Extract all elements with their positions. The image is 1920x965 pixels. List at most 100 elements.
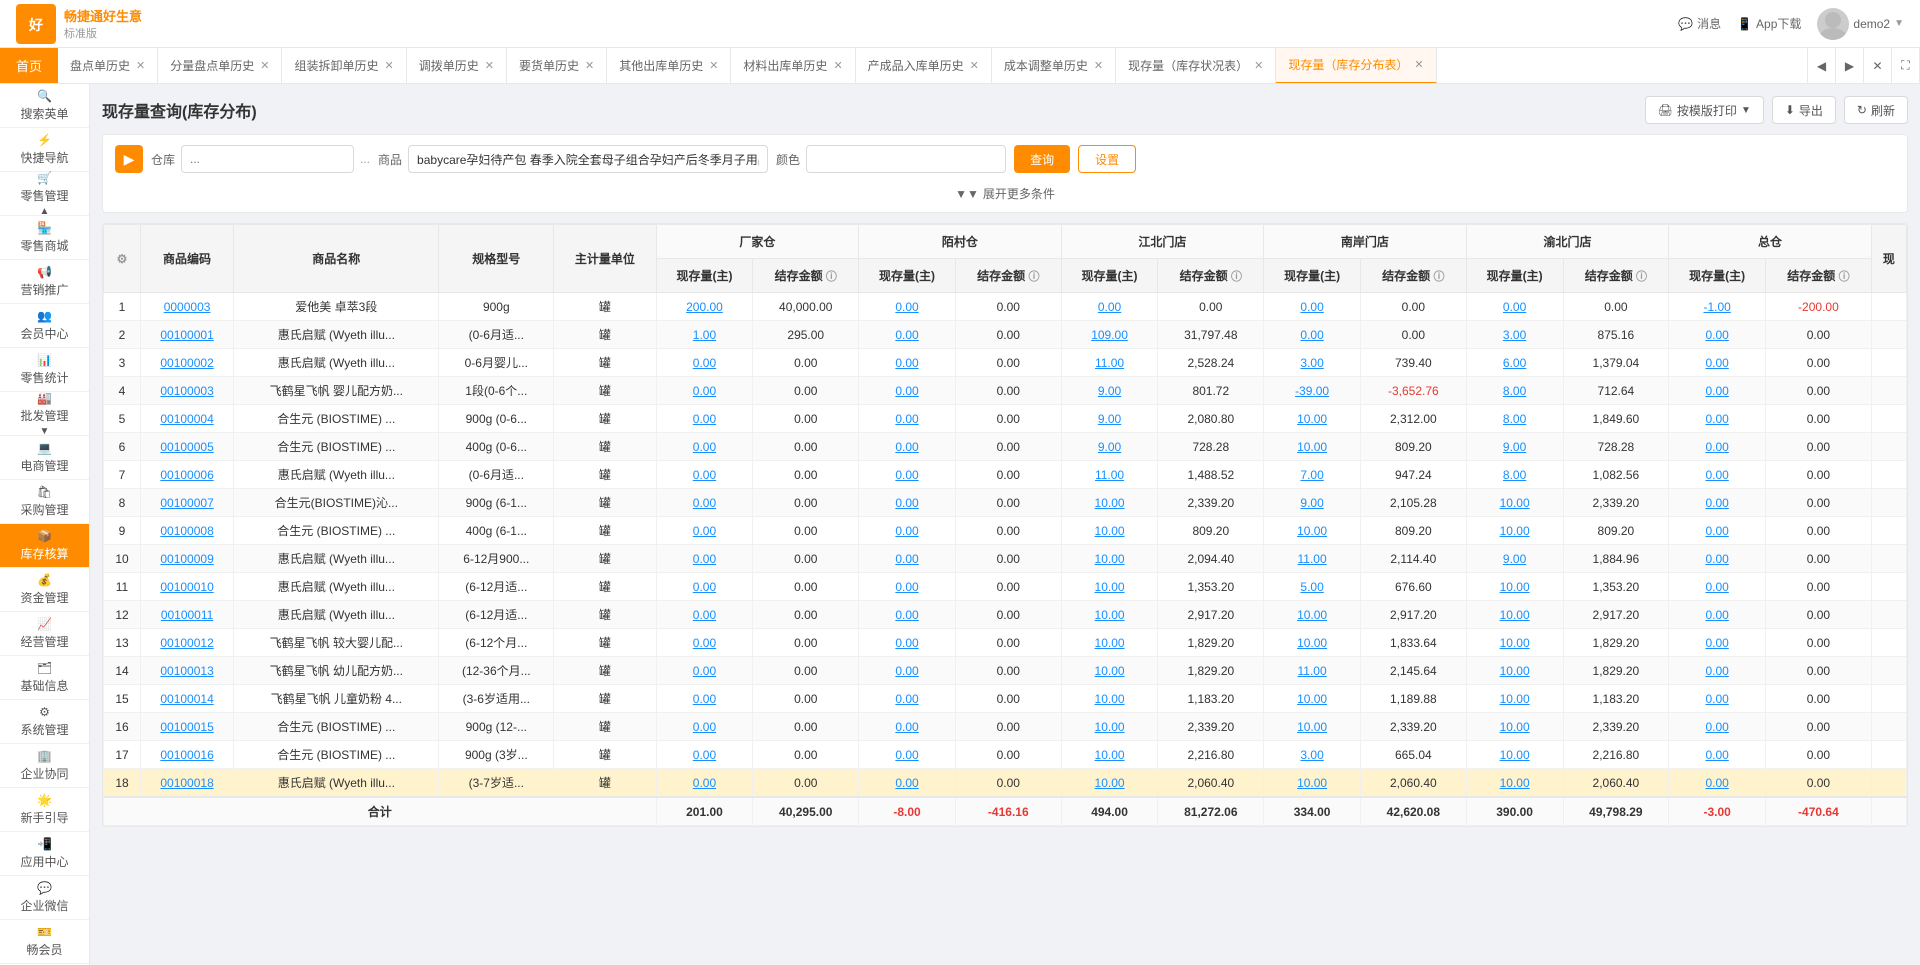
table-cell-qty[interactable]: 10.00	[1061, 713, 1158, 741]
tab-close-icon[interactable]: ✕	[385, 59, 394, 72]
table-cell-qty[interactable]: -39.00	[1264, 377, 1361, 405]
table-cell-qty[interactable]: 0.00	[1669, 349, 1766, 377]
table-cell-qty[interactable]: 0.00	[859, 685, 956, 713]
table-cell-qty[interactable]: 0.00	[656, 405, 753, 433]
table-cell-qty[interactable]: 11.00	[1264, 545, 1361, 573]
table-cell-qty[interactable]: 7.00	[1264, 461, 1361, 489]
table-cell-qty[interactable]: 11.00	[1061, 461, 1158, 489]
table-cell-qty[interactable]: 0.00	[859, 601, 956, 629]
tab-close-icon[interactable]: ✕	[1414, 58, 1423, 71]
table-cell-qty[interactable]: 10.00	[1466, 769, 1563, 798]
table-cell-qty[interactable]: 10.00	[1264, 685, 1361, 713]
table-cell-qty[interactable]: 10.00	[1264, 713, 1361, 741]
table-cell-qty[interactable]: 0.00	[859, 321, 956, 349]
table-cell-qty[interactable]: 0.00	[859, 629, 956, 657]
table-cell-qty[interactable]: 10.00	[1466, 685, 1563, 713]
table-cell-qty[interactable]: 10.00	[1264, 517, 1361, 545]
app-download-btn[interactable]: 📱 App下载	[1737, 15, 1801, 32]
table-cell-qty[interactable]: 0.00	[656, 769, 753, 798]
tab-close-icon[interactable]: ✕	[260, 59, 269, 72]
tab-fullscreen-btn[interactable]: ⛶	[1892, 48, 1920, 84]
tab-close-icon[interactable]: ✕	[970, 59, 979, 72]
table-cell-qty[interactable]: 0.00	[1669, 377, 1766, 405]
table-cell-qty[interactable]: 0.00	[859, 573, 956, 601]
table-cell-qty[interactable]: 10.00	[1061, 489, 1158, 517]
table-cell-qty[interactable]: 10.00	[1264, 433, 1361, 461]
table-cell-qty[interactable]: 0.00	[1669, 741, 1766, 769]
table-cell-qty[interactable]: 0.00	[859, 517, 956, 545]
export-btn[interactable]: ⬇ 导出	[1772, 96, 1836, 124]
sidebar-item-members[interactable]: 🎫 畅会员	[0, 920, 89, 964]
table-cell-qty[interactable]: 0.00	[656, 545, 753, 573]
table-cell-qty[interactable]: 0.00	[1669, 517, 1766, 545]
table-cell-qty[interactable]: 0.00	[1669, 321, 1766, 349]
info-icon[interactable]: ⓘ	[1434, 271, 1445, 283]
table-cell-qty[interactable]: 10.00	[1466, 601, 1563, 629]
table-cell-qty[interactable]: 0.00	[656, 741, 753, 769]
tab-branch-count[interactable]: 分量盘点单历史 ✕	[158, 48, 282, 84]
sidebar-item-quicknav[interactable]: ⚡ 快捷导航	[0, 128, 89, 172]
sidebar-item-corpwechat[interactable]: 💬 企业微信	[0, 876, 89, 920]
table-cell-qty[interactable]: 0.00	[656, 629, 753, 657]
table-cell-code[interactable]: 00100007	[140, 489, 233, 517]
table-cell-qty[interactable]: 9.00	[1264, 489, 1361, 517]
table-cell-qty[interactable]: 0.00	[1669, 545, 1766, 573]
tab-next-btn[interactable]: ▶	[1836, 48, 1864, 84]
table-cell-code[interactable]: 00100006	[140, 461, 233, 489]
user-area[interactable]: demo2 ▼	[1817, 8, 1904, 40]
tab-bundle[interactable]: 组装拆卸单历史 ✕	[282, 48, 406, 84]
sidebar-item-retail-stat[interactable]: 📊 零售统计	[0, 348, 89, 392]
table-cell-qty[interactable]: 0.00	[1264, 321, 1361, 349]
table-cell-qty[interactable]: 6.00	[1466, 349, 1563, 377]
table-cell-qty[interactable]: 0.00	[1669, 601, 1766, 629]
table-cell-qty[interactable]: 9.00	[1466, 545, 1563, 573]
table-cell-code[interactable]: 00100012	[140, 629, 233, 657]
table-cell-code[interactable]: 00100016	[140, 741, 233, 769]
table-cell-qty[interactable]: 0.00	[1466, 293, 1563, 321]
table-cell-qty[interactable]: 10.00	[1061, 685, 1158, 713]
table-cell-qty[interactable]: 0.00	[1669, 657, 1766, 685]
col-gear[interactable]: ⚙	[104, 225, 141, 293]
tab-material-out[interactable]: 材料出库单历史 ✕	[731, 48, 855, 84]
tab-close-icon[interactable]: ✕	[1094, 59, 1103, 72]
tab-close-icon[interactable]: ✕	[709, 59, 718, 72]
table-cell-qty[interactable]: 9.00	[1061, 405, 1158, 433]
sidebar-item-purchase[interactable]: 🛍 采购管理	[0, 480, 89, 524]
table-cell-qty[interactable]: 0.00	[656, 685, 753, 713]
table-cell-qty[interactable]: 11.00	[1061, 349, 1158, 377]
table-cell-qty[interactable]: 0.00	[1669, 573, 1766, 601]
sidebar-item-system[interactable]: ⚙ 系统管理	[0, 700, 89, 744]
table-cell-code[interactable]: 00100018	[140, 769, 233, 798]
table-cell-qty[interactable]: 0.00	[859, 293, 956, 321]
table-cell-qty[interactable]: 9.00	[1061, 433, 1158, 461]
setting-btn[interactable]: 设置	[1078, 145, 1136, 173]
table-cell-code[interactable]: 00100010	[140, 573, 233, 601]
sidebar-item-finance[interactable]: 💰 资金管理	[0, 568, 89, 612]
info-icon[interactable]: ⓘ	[1231, 271, 1242, 283]
sidebar-item-newguide[interactable]: 🌟 新手引导	[0, 788, 89, 832]
table-cell-qty[interactable]: 200.00	[656, 293, 753, 321]
table-cell-qty[interactable]: 9.00	[1466, 433, 1563, 461]
tab-other-out[interactable]: 其他出库单历史 ✕	[607, 48, 731, 84]
table-cell-qty[interactable]: 10.00	[1466, 629, 1563, 657]
table-cell-qty[interactable]: 3.00	[1466, 321, 1563, 349]
table-cell-qty[interactable]: 0.00	[859, 433, 956, 461]
tab-home[interactable]: 首页	[0, 48, 58, 84]
message-btn[interactable]: 💬 消息	[1678, 15, 1721, 32]
goods-input[interactable]	[408, 145, 768, 173]
table-cell-code[interactable]: 00100015	[140, 713, 233, 741]
tab-stock-status[interactable]: 现存量（库存状况表） ✕	[1116, 48, 1276, 84]
table-cell-qty[interactable]: 0.00	[1669, 405, 1766, 433]
print-btn[interactable]: 🖨 按模版打印 ▼	[1645, 96, 1764, 124]
table-cell-qty[interactable]: 10.00	[1061, 601, 1158, 629]
table-cell-qty[interactable]: 0.00	[656, 517, 753, 545]
table-cell-qty[interactable]: 0.00	[1669, 685, 1766, 713]
query-btn[interactable]: 查询	[1014, 145, 1070, 173]
table-cell-qty[interactable]: 0.00	[656, 433, 753, 461]
table-cell-qty[interactable]: 10.00	[1466, 713, 1563, 741]
table-cell-qty[interactable]: 0.00	[1669, 713, 1766, 741]
table-cell-qty[interactable]: 0.00	[656, 573, 753, 601]
tab-inventory-count[interactable]: 盘点单历史 ✕	[58, 48, 158, 84]
tab-close-icon[interactable]: ✕	[1254, 59, 1263, 72]
tab-transfer[interactable]: 调拨单历史 ✕	[407, 48, 507, 84]
